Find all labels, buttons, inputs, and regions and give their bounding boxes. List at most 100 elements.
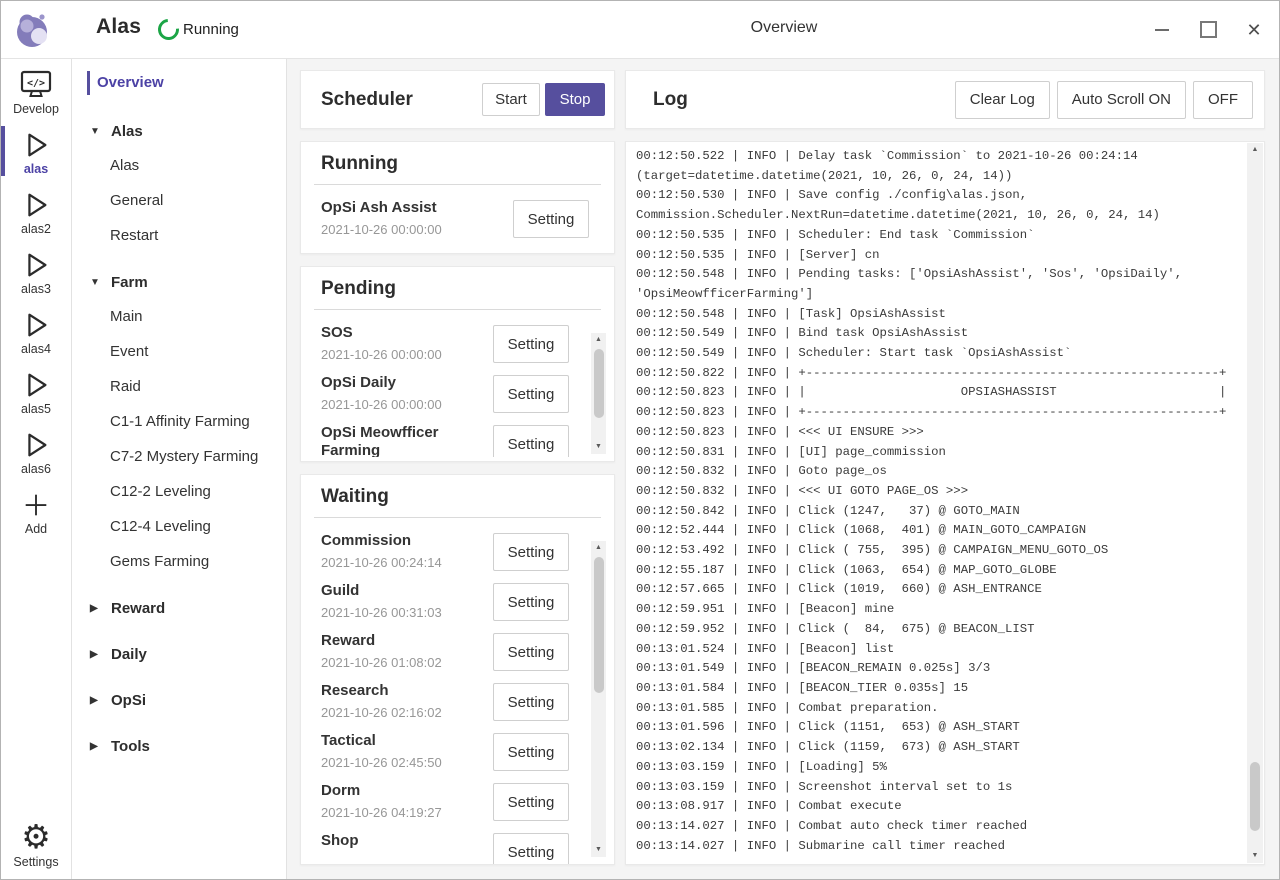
log-scrollbar[interactable]: ▲ ▼ (1247, 143, 1263, 863)
task-info: OpSi Meowfficer Farming (321, 424, 486, 457)
waiting-scrollbar[interactable]: ▲ ▼ (591, 541, 606, 857)
nav-menu: Overview ▼ Alas Alas General Restart ▼Farm Mai… (72, 59, 287, 879)
autoscroll-on-button[interactable]: Auto Scroll ON (1057, 81, 1186, 119)
clear-log-button[interactable]: Clear Log (955, 81, 1050, 119)
nav-item-overview[interactable]: Overview (72, 71, 286, 95)
nav-section-alas[interactable]: ▼ Alas (72, 121, 286, 141)
setting-button[interactable]: Setting (493, 325, 569, 363)
chevron-down-icon: ▼ (90, 126, 102, 137)
log-line: 00:12:50.522 | INFO | Delay task `Commis… (636, 147, 1228, 167)
task-info: Research2021-10-26 02:16:02 (321, 682, 442, 720)
setting-button[interactable]: Setting (493, 375, 569, 413)
task-info: Shop (321, 832, 359, 850)
scroll-down-icon[interactable]: ▼ (1247, 850, 1263, 862)
rail-item-label: alas (24, 162, 48, 176)
rail-item-develop[interactable]: </>Develop (1, 63, 71, 123)
log-line: 00:13:01.524 | INFO | [Beacon] list (636, 640, 1228, 660)
task-name: OpSi Daily (321, 374, 442, 392)
nav-section-reward[interactable]: ▶Reward (72, 598, 286, 618)
setting-button[interactable]: Setting (493, 683, 569, 721)
waiting-title: Waiting (321, 486, 594, 508)
start-button[interactable]: Start (482, 83, 540, 116)
nav-item-general[interactable]: General (72, 191, 286, 211)
window-controls: ✕ (1153, 1, 1263, 58)
nav-item-main[interactable]: Main (72, 307, 286, 327)
stop-button[interactable]: Stop (545, 83, 605, 116)
setting-button[interactable]: Setting (493, 533, 569, 571)
rail-item-add[interactable]: Add (1, 483, 71, 543)
task-next-run-time: 2021-10-26 00:00:00 (321, 222, 442, 237)
nav-item-raid[interactable]: Raid (72, 377, 286, 397)
rail-item-alas4[interactable]: alas4 (1, 303, 71, 363)
rail-item-alas3[interactable]: alas3 (1, 243, 71, 303)
log-line: 00:12:50.832 | INFO | <<< UI GOTO PAGE_O… (636, 482, 1228, 502)
rail-item-alas[interactable]: alas (1, 123, 71, 183)
nav-item-gems-farming[interactable]: Gems Farming (72, 552, 286, 572)
nav-item-c12-2-leveling[interactable]: C12-2 Leveling (72, 482, 286, 502)
nav-section-farm[interactable]: ▼Farm (72, 272, 286, 292)
gear-icon: ⚙ (21, 821, 51, 853)
nav-section-label: Daily (111, 646, 147, 663)
close-button[interactable]: ✕ (1245, 21, 1263, 39)
log-line: 00:13:03.159 | INFO | Screenshot interva… (636, 778, 1228, 798)
log-line: 00:13:01.549 | INFO | [BEACON_REMAIN 0.0… (636, 659, 1228, 679)
log-line: 00:13:03.159 | INFO | [Loading] 5% (636, 758, 1228, 778)
rail-item-settings[interactable]: ⚙ Settings (1, 815, 71, 875)
chevron-right-icon: ▶ (90, 695, 102, 706)
nav-section-label: Alas (111, 123, 143, 140)
rail-item-label: alas6 (21, 462, 51, 476)
log-line: 00:12:59.951 | INFO | [Beacon] mine (636, 600, 1228, 620)
log-line: 00:12:50.535 | INFO | [Server] cn (636, 246, 1228, 266)
scrollbar-thumb[interactable] (594, 349, 604, 418)
nav-item-event[interactable]: Event (72, 342, 286, 362)
setting-button[interactable]: Setting (513, 200, 589, 238)
task-name: Reward (321, 632, 442, 650)
log-line: 00:13:02.134 | INFO | Click (1159, 673) … (636, 738, 1228, 758)
nav-item-c1-1-affinity-farming[interactable]: C1-1 Affinity Farming (72, 412, 286, 432)
nav-section-daily[interactable]: ▶Daily (72, 644, 286, 664)
scrollbar-thumb[interactable] (594, 557, 604, 693)
task-row: Guild2021-10-26 00:31:03Setting (301, 574, 614, 624)
log-line: 'OpsiMeowfficerFarming'] (636, 285, 1228, 305)
nav-item-c12-4-leveling[interactable]: C12-4 Leveling (72, 517, 286, 537)
nav-item-c7-2-mystery-farming[interactable]: C7-2 Mystery Farming (72, 447, 286, 467)
nav-item-restart[interactable]: Restart (72, 226, 286, 246)
task-row: SOS2021-10-26 00:00:00 Setting (301, 316, 614, 366)
log-line: 00:13:14.027 | INFO | Combat auto check … (636, 817, 1228, 837)
log-line: 00:12:50.548 | INFO | Pending tasks: ['O… (636, 265, 1228, 285)
rail-item-label: Develop (13, 102, 59, 116)
rail-item-alas2[interactable]: alas2 (1, 183, 71, 243)
pending-scrollbar[interactable]: ▲ ▼ (591, 333, 606, 454)
rail-item-label: Add (25, 522, 47, 536)
chevron-right-icon: ▶ (90, 741, 102, 752)
scrollbar-thumb[interactable] (1250, 762, 1260, 830)
app-window: Alas Running Overview ✕ </>Developalasal… (0, 0, 1280, 880)
log-line: 00:13:01.585 | INFO | Combat preparation… (636, 699, 1228, 719)
setting-button[interactable]: Setting (493, 425, 569, 457)
log-line: 00:12:50.530 | INFO | Save config ./conf… (636, 186, 1228, 206)
scroll-up-icon[interactable]: ▲ (591, 542, 606, 554)
minimize-button[interactable] (1153, 21, 1171, 39)
nav-section-tools[interactable]: ▶Tools (72, 736, 286, 756)
scroll-down-icon[interactable]: ▼ (591, 844, 606, 856)
maximize-button[interactable] (1199, 21, 1217, 39)
autoscroll-off-button[interactable]: OFF (1193, 81, 1253, 119)
nav-item-alas[interactable]: Alas (72, 156, 286, 176)
setting-button[interactable]: Setting (493, 733, 569, 771)
rail-item-alas6[interactable]: alas6 (1, 423, 71, 483)
task-next-run-time: 2021-10-26 00:00:00 (321, 397, 442, 412)
task-info: SOS2021-10-26 00:00:00 (321, 324, 442, 362)
task-name: Commission (321, 532, 442, 550)
scroll-up-icon[interactable]: ▲ (1247, 144, 1263, 156)
scroll-down-icon[interactable]: ▼ (591, 441, 606, 453)
setting-button[interactable]: Setting (493, 833, 569, 865)
rail-item-label: alas4 (21, 342, 51, 356)
scroll-up-icon[interactable]: ▲ (591, 334, 606, 346)
task-next-run-time: 2021-10-26 02:16:02 (321, 705, 442, 720)
task-info: Dorm2021-10-26 04:19:27 (321, 782, 442, 820)
setting-button[interactable]: Setting (493, 783, 569, 821)
nav-section-opsi[interactable]: ▶OpSi (72, 690, 286, 710)
rail-item-alas5[interactable]: alas5 (1, 363, 71, 423)
setting-button[interactable]: Setting (493, 583, 569, 621)
setting-button[interactable]: Setting (493, 633, 569, 671)
